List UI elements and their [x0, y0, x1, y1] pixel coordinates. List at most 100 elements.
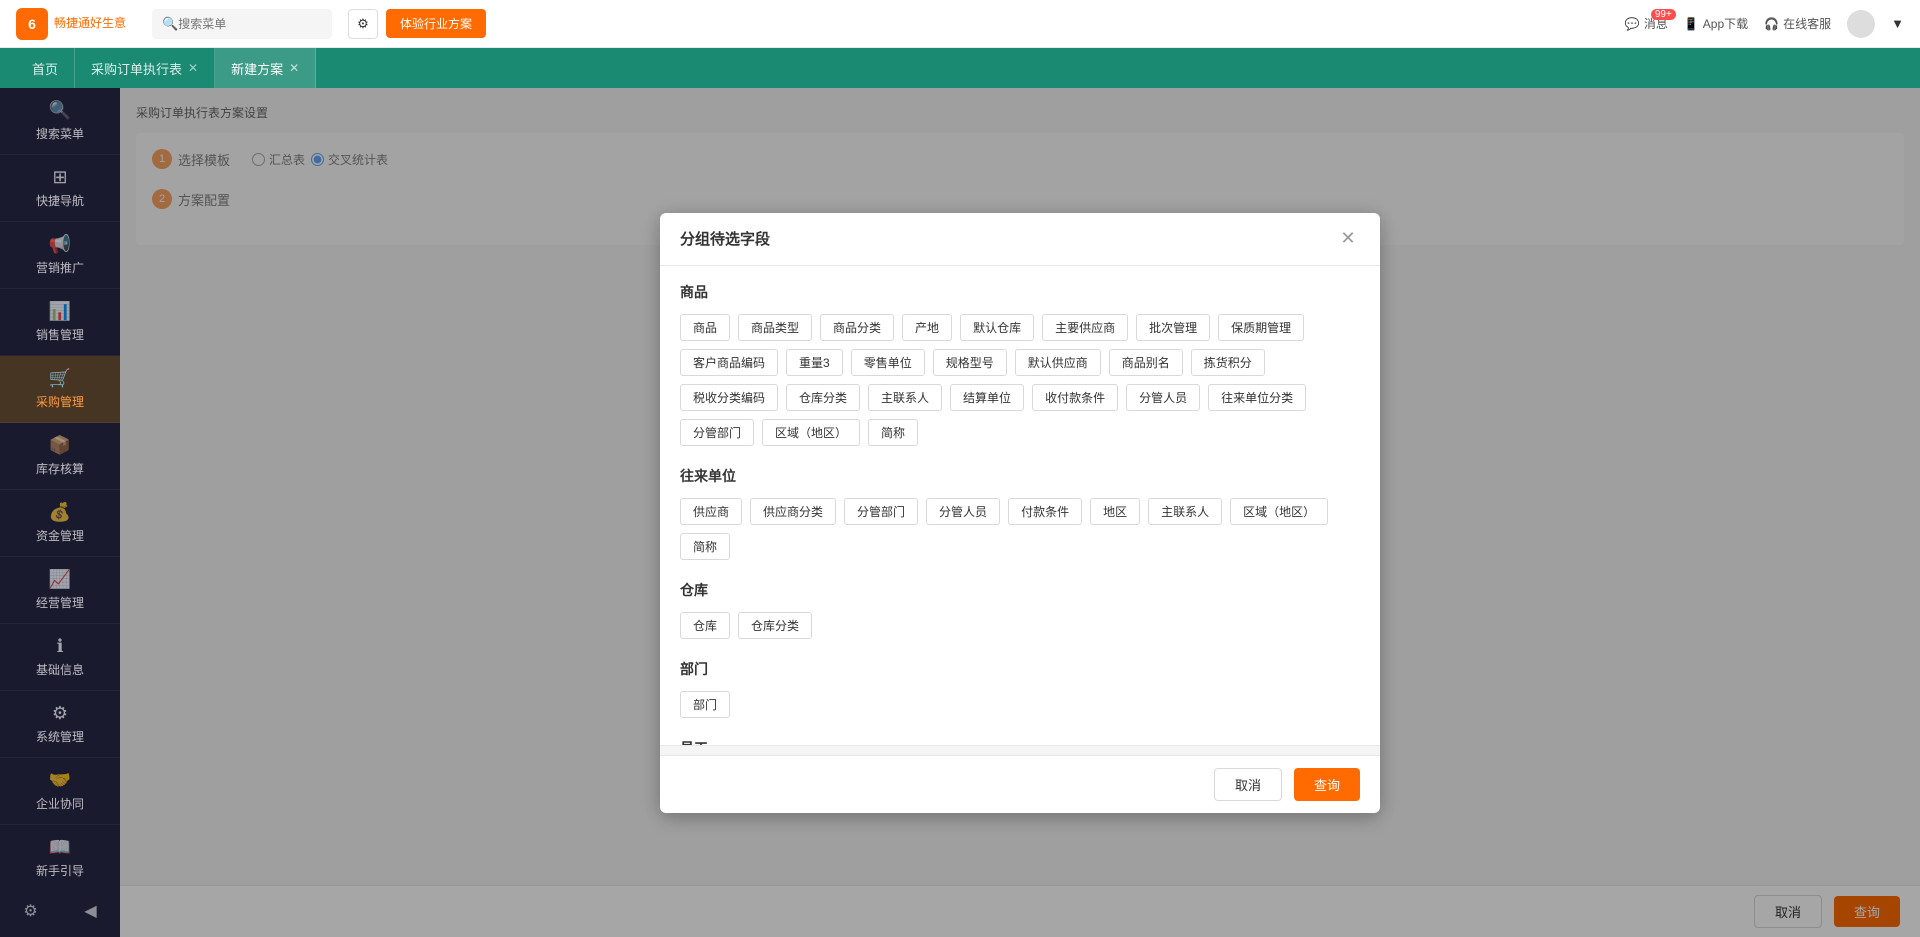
field-tag-1-2[interactable]: 分管部门: [844, 498, 918, 525]
field-tag-1-8[interactable]: 简称: [680, 533, 730, 560]
quicknav-icon: ⊞: [52, 167, 67, 188]
collab-icon: 🤝: [49, 770, 71, 791]
sidebar-item-finance-label: 资金管理: [36, 527, 84, 544]
field-tag-3-0[interactable]: 部门: [680, 691, 730, 718]
field-section-2: 仓库仓库仓库分类: [680, 580, 1360, 639]
sidebar-item-operations[interactable]: 📈 经营管理: [0, 557, 120, 624]
field-tag-0-14[interactable]: 拣货积分: [1191, 349, 1265, 376]
finance-icon: 💰: [49, 502, 71, 523]
cancel-button[interactable]: 取消: [1214, 768, 1282, 801]
modal-close-button[interactable]: ✕: [1336, 227, 1360, 251]
inventory-icon: 📦: [49, 435, 71, 456]
trial-button[interactable]: 体验行业方案: [386, 9, 486, 38]
sidebar-item-finance[interactable]: 💰 资金管理: [0, 490, 120, 557]
field-tag-0-2[interactable]: 商品分类: [820, 314, 894, 341]
header-right: 💬 消息 99+ 📱 App下载 🎧 在线客服 ▼: [1625, 10, 1904, 38]
sidebar-item-search[interactable]: 🔍 搜索菜单: [0, 88, 120, 155]
field-tag-0-0[interactable]: 商品: [680, 314, 730, 341]
field-tag-1-1[interactable]: 供应商分类: [750, 498, 836, 525]
sidebar-item-quicknav-label: 快捷导航: [36, 192, 84, 209]
field-tag-0-16[interactable]: 仓库分类: [786, 384, 860, 411]
tab-home[interactable]: 首页: [16, 48, 75, 88]
field-tag-0-12[interactable]: 默认供应商: [1015, 349, 1101, 376]
field-tag-1-5[interactable]: 地区: [1090, 498, 1140, 525]
field-tag-0-19[interactable]: 收付款条件: [1032, 384, 1118, 411]
field-section-0: 商品商品商品类型商品分类产地默认仓库主要供应商批次管理保质期管理客户商品编码重量…: [680, 282, 1360, 446]
field-tag-1-7[interactable]: 区域（地区）: [1230, 498, 1328, 525]
field-tag-2-0[interactable]: 仓库: [680, 612, 730, 639]
modal-overlay: 分组待选字段 ✕ 商品商品商品类型商品分类产地默认仓库主要供应商批次管理保质期管…: [120, 88, 1920, 937]
field-tag-1-6[interactable]: 主联系人: [1148, 498, 1222, 525]
section-title-0: 商品: [680, 282, 1360, 302]
field-tag-0-17[interactable]: 主联系人: [868, 384, 942, 411]
modal-body: 商品商品商品类型商品分类产地默认仓库主要供应商批次管理保质期管理客户商品编码重量…: [660, 266, 1380, 745]
guide-icon: 📖: [49, 837, 71, 858]
field-tag-1-4[interactable]: 付款条件: [1008, 498, 1082, 525]
avatar[interactable]: [1847, 10, 1875, 38]
header-search[interactable]: 🔍: [152, 9, 332, 39]
field-tag-0-10[interactable]: 零售单位: [851, 349, 925, 376]
marketing-icon: 📢: [49, 234, 71, 255]
nav-tabs: 首页 采购订单执行表 ✕ 新建方案 ✕: [0, 48, 1920, 88]
section-title-1: 往来单位: [680, 466, 1360, 486]
gear-button[interactable]: ⚙: [348, 9, 378, 39]
app-download-button[interactable]: 📱 App下载: [1684, 15, 1748, 32]
field-tag-0-6[interactable]: 批次管理: [1136, 314, 1210, 341]
sidebar-item-quicknav[interactable]: ⊞ 快捷导航: [0, 155, 120, 222]
sidebar: 🔍 搜索菜单 ⊞ 快捷导航 📢 营销推广 📊 销售管理 🛒 采购管理 📦 库存核…: [0, 88, 120, 937]
user-menu-icon[interactable]: ▼: [1891, 16, 1904, 31]
sidebar-item-system[interactable]: ⚙ 系统管理: [0, 691, 120, 758]
field-tag-0-22[interactable]: 分管部门: [680, 419, 754, 446]
tab-new-plan-close-icon[interactable]: ✕: [289, 61, 299, 75]
field-tag-0-4[interactable]: 默认仓库: [960, 314, 1034, 341]
sidebar-item-purchase[interactable]: 🛒 采购管理: [0, 356, 120, 423]
settings-icon[interactable]: ⚙: [23, 901, 37, 921]
search-icon: 🔍: [49, 100, 71, 121]
field-tag-0-23[interactable]: 区域（地区）: [762, 419, 860, 446]
field-tag-2-1[interactable]: 仓库分类: [738, 612, 812, 639]
tab-new-plan[interactable]: 新建方案 ✕: [215, 48, 316, 88]
collapse-icon[interactable]: ◀: [84, 901, 96, 921]
field-tag-0-7[interactable]: 保质期管理: [1218, 314, 1304, 341]
sidebar-item-collab[interactable]: 🤝 企业协同: [0, 758, 120, 825]
field-tag-1-3[interactable]: 分管人员: [926, 498, 1000, 525]
field-tag-0-5[interactable]: 主要供应商: [1042, 314, 1128, 341]
sidebar-bottom: ⚙ ◀: [0, 885, 120, 937]
modal-horizontal-scrollbar[interactable]: [660, 745, 1380, 755]
message-button[interactable]: 💬 消息 99+: [1625, 15, 1668, 32]
modal-header: 分组待选字段 ✕: [660, 213, 1380, 266]
tab-purchase-order[interactable]: 采购订单执行表 ✕: [75, 48, 215, 88]
field-tag-0-3[interactable]: 产地: [902, 314, 952, 341]
search-input[interactable]: [178, 17, 308, 31]
search-icon: 🔍: [162, 16, 178, 32]
modal-footer: 取消 查询: [660, 755, 1380, 813]
field-tag-0-11[interactable]: 规格型号: [933, 349, 1007, 376]
field-tag-0-8[interactable]: 客户商品编码: [680, 349, 778, 376]
sidebar-item-collab-label: 企业协同: [36, 795, 84, 812]
sidebar-item-marketing[interactable]: 📢 营销推广: [0, 222, 120, 289]
sidebar-item-inventory[interactable]: 📦 库存核算: [0, 423, 120, 490]
field-tag-0-20[interactable]: 分管人员: [1126, 384, 1200, 411]
field-tags-2: 仓库仓库分类: [680, 612, 1360, 639]
logo-text: 畅捷通好生意: [54, 16, 126, 30]
section-title-4: 员工: [680, 738, 1360, 745]
field-tag-0-18[interactable]: 结算单位: [950, 384, 1024, 411]
sidebar-item-marketing-label: 营销推广: [36, 259, 84, 276]
field-select-modal: 分组待选字段 ✕ 商品商品商品类型商品分类产地默认仓库主要供应商批次管理保质期管…: [660, 213, 1380, 813]
sidebar-item-sales-label: 销售管理: [36, 326, 84, 343]
field-tag-0-21[interactable]: 往来单位分类: [1208, 384, 1306, 411]
confirm-button[interactable]: 查询: [1294, 768, 1360, 801]
sidebar-item-basic-label: 基础信息: [36, 661, 84, 678]
tab-purchase-close-icon[interactable]: ✕: [188, 61, 198, 75]
field-tag-0-1[interactable]: 商品类型: [738, 314, 812, 341]
online-service-button[interactable]: 🎧 在线客服: [1764, 15, 1831, 32]
field-tag-0-9[interactable]: 重量3: [786, 349, 843, 376]
field-tag-1-0[interactable]: 供应商: [680, 498, 742, 525]
field-tag-0-15[interactable]: 税收分类编码: [680, 384, 778, 411]
sidebar-item-guide[interactable]: 📖 新手引导: [0, 825, 120, 892]
sidebar-item-sales[interactable]: 📊 销售管理: [0, 289, 120, 356]
sidebar-item-basic[interactable]: ℹ 基础信息: [0, 624, 120, 691]
service-icon: 🎧: [1764, 17, 1779, 31]
field-tag-0-13[interactable]: 商品别名: [1109, 349, 1183, 376]
field-tag-0-24[interactable]: 简称: [868, 419, 918, 446]
